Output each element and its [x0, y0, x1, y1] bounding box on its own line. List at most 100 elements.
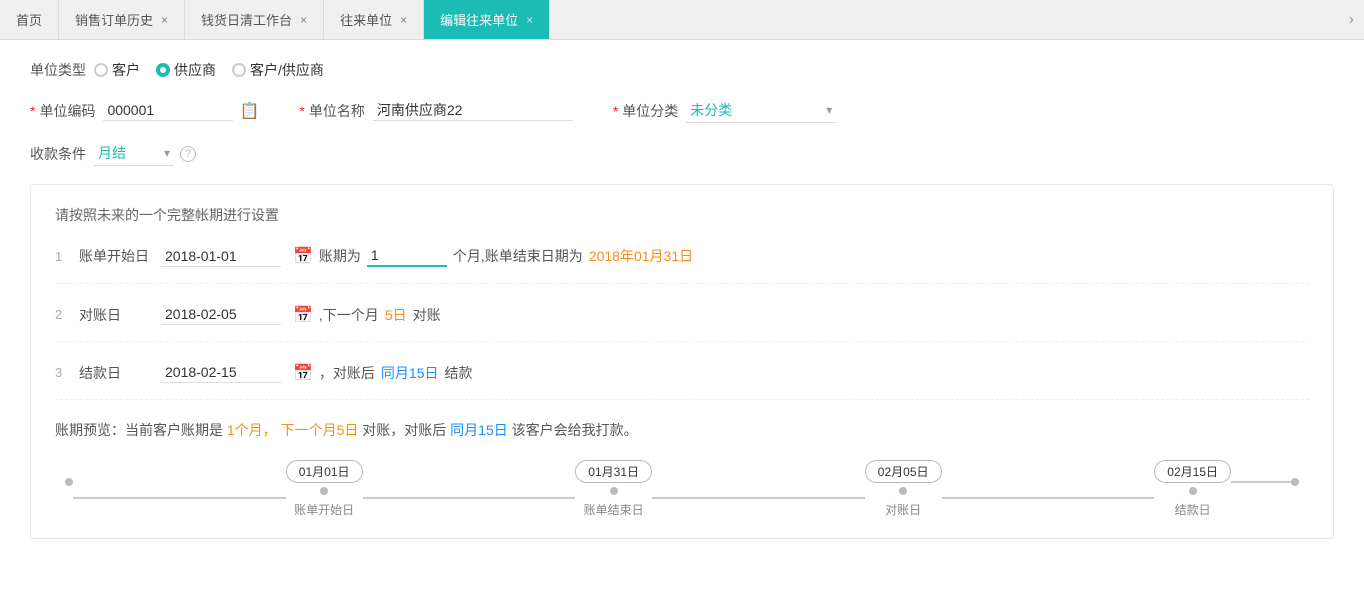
- tab-sales-history[interactable]: 销售订单历史 ×: [59, 0, 185, 39]
- step3-date-input[interactable]: [161, 362, 281, 383]
- step-row-3: 3 结款日 📅 ，对账后 同月15日 结款: [55, 362, 1309, 400]
- tl-node1-label: 01月01日: [286, 460, 363, 483]
- step-content-2: 📅 ,下一个月 5日 对账: [161, 304, 441, 325]
- unit-name-label: 单位名称: [309, 101, 365, 121]
- preview-suffix: 该客户会给我打款。: [512, 422, 638, 438]
- tl-end-dot: [1291, 478, 1299, 486]
- unit-code-field: * 单位编码 📋: [30, 100, 259, 121]
- tl-node1-desc: 账单开始日: [294, 501, 354, 518]
- radio-customer[interactable]: 客户: [94, 60, 140, 80]
- settings-panel: 请按照未来的一个完整帐期进行设置 1 账单开始日 📅 账期为 个月,账单结束日期…: [30, 184, 1334, 539]
- step-num-3: 3: [55, 365, 79, 380]
- payment-label: 收款条件: [30, 144, 86, 164]
- radio-supplier-label: 供应商: [174, 60, 216, 80]
- tabs-bar: 首页 销售订单历史 × 钱货日清工作台 × 往来单位 × 编辑往来单位 × ›: [0, 0, 1364, 40]
- step3-calendar-icon[interactable]: 📅: [293, 363, 313, 383]
- tabs-arrow-right[interactable]: ›: [1339, 11, 1364, 29]
- radio-customer-supplier-label: 客户/供应商: [250, 60, 324, 80]
- timeline: 01月01日 账单开始日 01月31日 账单结束日: [55, 460, 1309, 518]
- step2-calendar-icon[interactable]: 📅: [293, 305, 313, 325]
- unit-code-icon[interactable]: 📋: [239, 101, 259, 121]
- tl-node4-dot: [1189, 487, 1197, 495]
- tl-seg-3: 02月05日 对账日: [652, 460, 942, 518]
- tl-node4-desc: 结款日: [1175, 501, 1211, 518]
- main-content: 单位类型 客户 供应商 客户/供应商 * 单位编码 📋: [0, 40, 1364, 608]
- unit-category-field: * 单位分类 未分类 ▾: [613, 98, 836, 123]
- step-content-3: 📅 ，对账后 同月15日 结款: [161, 362, 473, 383]
- close-cash-work[interactable]: ×: [300, 13, 307, 27]
- tl-node3-dot: [899, 487, 907, 495]
- tl-seg-1: 01月01日 账单开始日: [73, 460, 363, 518]
- payment-row: 收款条件 月结 ▾ ?: [30, 141, 1334, 166]
- tl-node-4: 02月15日 结款日: [1154, 460, 1231, 518]
- unit-name-input[interactable]: [373, 100, 573, 121]
- step-num-2: 2: [55, 307, 79, 322]
- preview-part2: 下一个月5日: [281, 422, 359, 438]
- tl-node2-label: 01月31日: [575, 460, 652, 483]
- payment-help-icon[interactable]: ?: [180, 146, 196, 162]
- unit-code-input[interactable]: [103, 100, 233, 121]
- preview-prefix: 账期预览：当前客户账期是: [55, 422, 223, 438]
- preview-part1: 1个月，: [227, 422, 277, 438]
- step-row-2: 2 对账日 📅 ,下一个月 5日 对账: [55, 304, 1309, 342]
- tl-node1-dot: [320, 487, 328, 495]
- radio-circle-customer: [94, 63, 108, 77]
- tl-seg-4: 02月15日 结款日: [942, 460, 1232, 518]
- unit-code-required: *: [30, 103, 35, 119]
- tab-cash-work[interactable]: 钱货日清工作台 ×: [185, 0, 324, 39]
- preview-mid: 对账，对账后: [362, 422, 446, 438]
- unit-category-select[interactable]: 未分类 ▾: [686, 98, 836, 123]
- step3-suffix-post: 结款: [445, 363, 473, 383]
- tl-node-2: 01月31日 账单结束日: [575, 460, 652, 518]
- unit-category-required: *: [613, 103, 618, 119]
- close-sales-history[interactable]: ×: [161, 13, 168, 27]
- step-row-1: 1 账单开始日 📅 账期为 个月,账单结束日期为 2018年01月31日: [55, 245, 1309, 284]
- panel-description: 请按照未来的一个完整帐期进行设置: [55, 205, 1309, 225]
- tl-line-4: [942, 497, 1155, 499]
- step1-calendar-icon[interactable]: 📅: [293, 246, 313, 266]
- tl-line-1: [73, 497, 286, 499]
- step2-suffix-pre: ,下一个月: [319, 305, 379, 325]
- payment-arrow: ▾: [164, 146, 170, 160]
- close-partner[interactable]: ×: [400, 13, 407, 27]
- unit-code-label: 单位编码: [39, 101, 95, 121]
- tl-node4-label: 02月15日: [1154, 460, 1231, 483]
- unit-info-row: * 单位编码 📋 * 单位名称 * 单位分类 未分类 ▾: [30, 98, 1334, 123]
- unit-code-input-wrap: 📋: [103, 100, 259, 121]
- radio-customer-label: 客户: [112, 60, 140, 80]
- step1-period-end: 2018年01月31日: [589, 246, 693, 266]
- unit-type-radio-group: 客户 供应商 客户/供应商: [94, 60, 324, 80]
- radio-circle-customer-supplier: [232, 63, 246, 77]
- step1-period-input[interactable]: [367, 245, 447, 267]
- payment-value: 月结: [98, 143, 160, 163]
- unit-name-field: * 单位名称: [299, 100, 572, 121]
- tl-node2-dot: [610, 487, 618, 495]
- step2-date-input[interactable]: [161, 304, 281, 325]
- step1-date-input[interactable]: [161, 246, 281, 267]
- step-label-1: 账单开始日: [79, 246, 149, 266]
- preview-text: 账期预览：当前客户账期是 1个月， 下一个月5日 对账，对账后 同月15日 该客…: [55, 420, 1309, 440]
- tab-partner[interactable]: 往来单位 ×: [324, 0, 424, 39]
- radio-customer-supplier[interactable]: 客户/供应商: [232, 60, 324, 80]
- tl-seg-2: 01月31日 账单结束日: [363, 460, 653, 518]
- step3-suffix-highlight: 同月15日: [381, 363, 439, 383]
- unit-type-label: 单位类型: [30, 60, 86, 80]
- step-num-1: 1: [55, 249, 79, 264]
- tab-edit-partner[interactable]: 编辑往来单位 ×: [424, 0, 550, 39]
- close-edit-partner[interactable]: ×: [526, 13, 533, 27]
- tl-node2-desc: 账单结束日: [584, 501, 644, 518]
- radio-circle-supplier: [156, 63, 170, 77]
- tl-node3-label: 02月05日: [865, 460, 942, 483]
- unit-type-row: 单位类型 客户 供应商 客户/供应商: [30, 60, 1334, 80]
- unit-category-label: 单位分类: [622, 101, 678, 121]
- radio-supplier[interactable]: 供应商: [156, 60, 216, 80]
- timeline-start: [65, 460, 73, 486]
- tl-node3-desc: 对账日: [885, 501, 921, 518]
- unit-name-required: *: [299, 103, 304, 119]
- payment-select[interactable]: 月结 ▾: [94, 141, 174, 166]
- tl-end-line: [1231, 481, 1291, 483]
- step-content-1: 📅 账期为 个月,账单结束日期为 2018年01月31日: [161, 245, 693, 267]
- step3-suffix-pre: ，对账后: [319, 363, 375, 383]
- step1-period-unit: 个月,账单结束日期为: [453, 246, 583, 266]
- tab-home[interactable]: 首页: [0, 0, 59, 39]
